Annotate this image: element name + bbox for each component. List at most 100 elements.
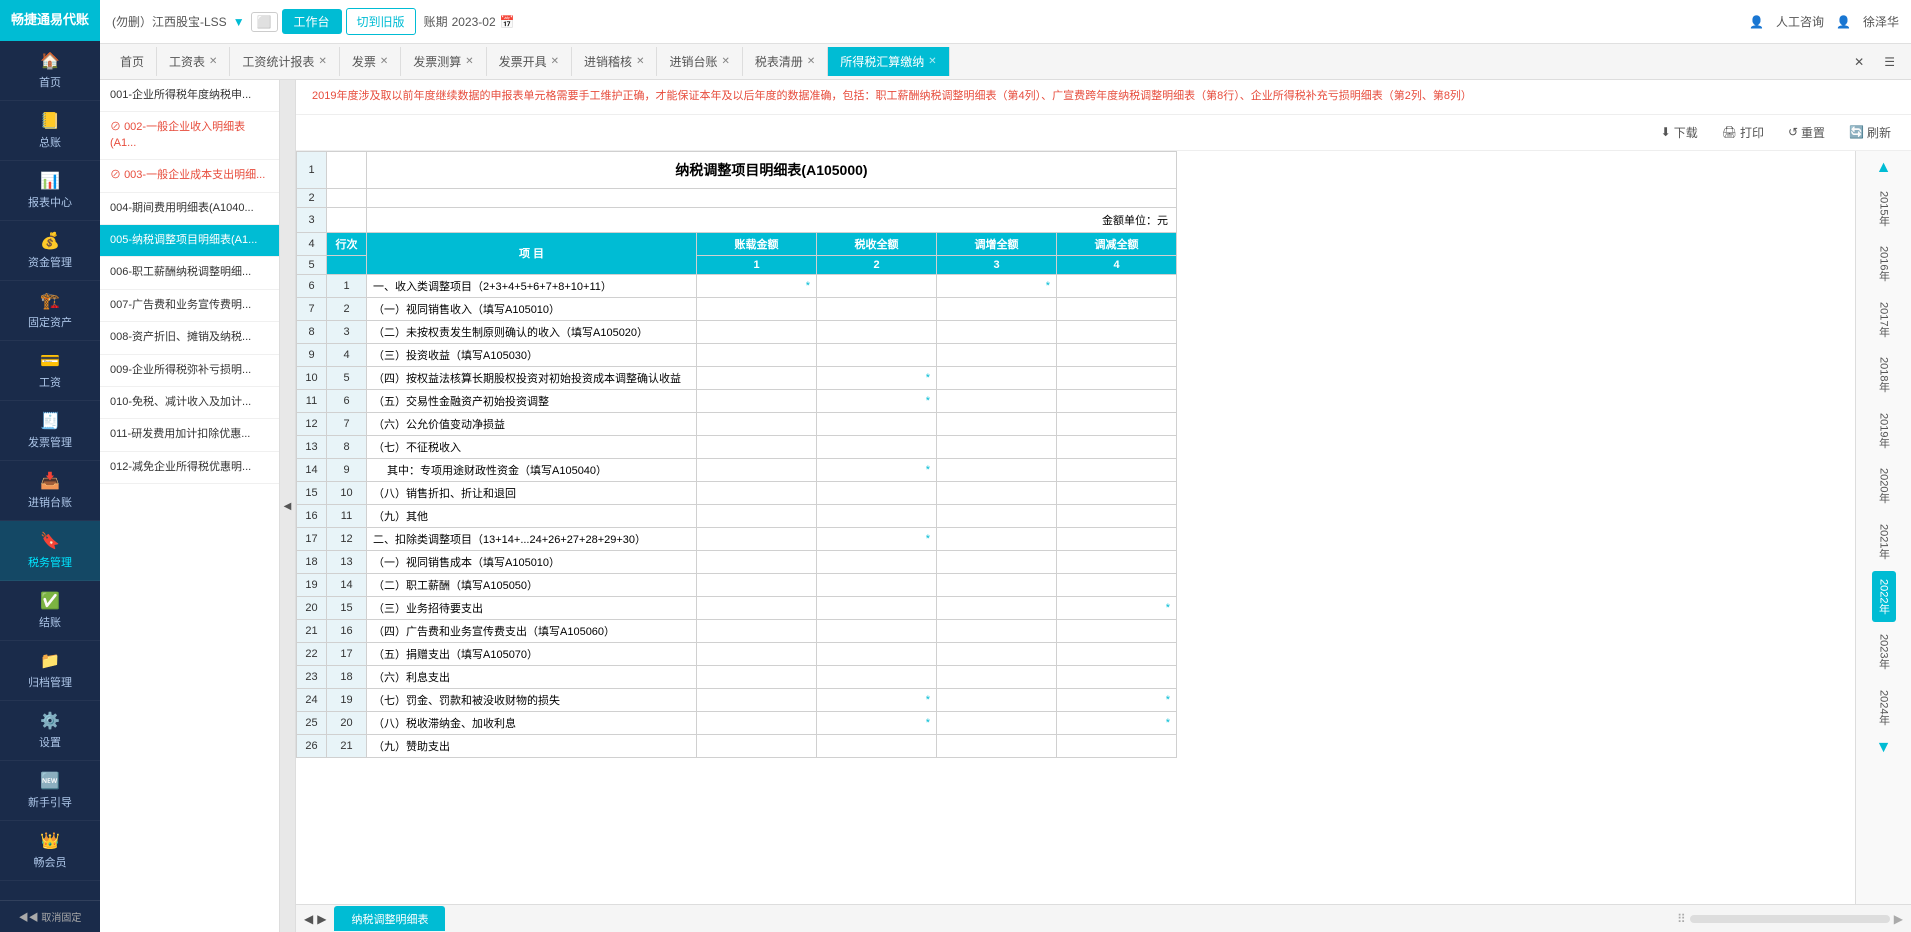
data-c4[interactable] xyxy=(1057,550,1177,573)
data-c3[interactable] xyxy=(937,596,1057,619)
data-c4[interactable] xyxy=(1057,573,1177,596)
tab-invoice-open[interactable]: 发票开具 ✕ xyxy=(487,47,572,76)
data-c4[interactable] xyxy=(1057,320,1177,343)
data-c3[interactable] xyxy=(937,550,1057,573)
data-c3[interactable] xyxy=(937,458,1057,481)
sidebar-item-payroll[interactable]: 💳 工资 xyxy=(0,341,100,401)
sidebar-item-invoice[interactable]: 🧾 发票管理 xyxy=(0,401,100,461)
sidebar-item-guide[interactable]: 🆕 新手引导 xyxy=(0,761,100,821)
reset-button[interactable]: ↺ 重置 xyxy=(1780,121,1833,144)
sidebar-item-archive[interactable]: 📁 归档管理 xyxy=(0,641,100,701)
data-c4[interactable] xyxy=(1057,458,1177,481)
sheet-scroll-right[interactable]: ▶ xyxy=(317,912,326,926)
tab-payroll-close[interactable]: ✕ xyxy=(209,56,217,67)
sheet-content[interactable]: 1 纳税调整项目明细表(A105000) 2 3 xyxy=(296,151,1855,904)
tab-payroll-stats-close[interactable]: ✕ xyxy=(318,56,326,67)
year-item-2017[interactable]: 2017年 xyxy=(1872,294,1896,345)
data-c1[interactable] xyxy=(697,596,817,619)
data-c2[interactable]: * xyxy=(817,711,937,734)
sidebar-item-closing[interactable]: ✅ 结账 xyxy=(0,581,100,641)
data-c1[interactable] xyxy=(697,458,817,481)
tab-home[interactable]: 首页 xyxy=(108,47,157,76)
data-c3[interactable] xyxy=(937,412,1057,435)
data-c4[interactable] xyxy=(1057,366,1177,389)
sheet-scroll-left[interactable]: ◀ xyxy=(304,912,313,926)
sidebar-item-finance[interactable]: 💰 资金管理 xyxy=(0,221,100,281)
calendar-icon[interactable]: 📅 xyxy=(500,15,515,29)
data-c2[interactable]: * xyxy=(817,688,937,711)
left-panel-item-010[interactable]: 010-免税、减计收入及加计... xyxy=(100,387,279,419)
data-c4[interactable] xyxy=(1057,527,1177,550)
data-c2[interactable]: * xyxy=(817,527,937,550)
data-c3[interactable] xyxy=(937,343,1057,366)
copy-icon[interactable]: ⬜ xyxy=(251,12,278,32)
tab-purchase-ledger-close[interactable]: ✕ xyxy=(721,56,729,67)
tab-invoice-close[interactable]: ✕ xyxy=(380,56,388,67)
left-panel-item-001[interactable]: 001-企业所得税年度纳税申... xyxy=(100,80,279,112)
data-c2[interactable] xyxy=(817,504,937,527)
data-c3[interactable] xyxy=(937,366,1057,389)
data-c2[interactable]: * xyxy=(817,389,937,412)
data-c4[interactable] xyxy=(1057,435,1177,458)
data-c3[interactable] xyxy=(937,688,1057,711)
data-c2[interactable] xyxy=(817,619,937,642)
tab-close-all[interactable]: ✕ xyxy=(1846,51,1872,73)
data-c1[interactable] xyxy=(697,504,817,527)
data-c1[interactable] xyxy=(697,412,817,435)
data-c1[interactable] xyxy=(697,527,817,550)
data-c4[interactable] xyxy=(1057,389,1177,412)
data-c3[interactable] xyxy=(937,619,1057,642)
panel-collapse-btn[interactable]: ◀ xyxy=(280,80,296,932)
year-item-2018[interactable]: 2018年 xyxy=(1872,349,1896,400)
data-c2[interactable] xyxy=(817,435,937,458)
tab-invoice-open-close[interactable]: ✕ xyxy=(551,56,559,67)
data-c1[interactable]: * xyxy=(697,274,817,297)
data-c3[interactable] xyxy=(937,711,1057,734)
data-c3[interactable] xyxy=(937,734,1057,757)
year-item-2016[interactable]: 2016年 xyxy=(1872,238,1896,289)
data-c3[interactable] xyxy=(937,642,1057,665)
sidebar-item-tax[interactable]: 🔖 税务管理 xyxy=(0,521,100,581)
h-scrollbar[interactable] xyxy=(1690,915,1890,923)
data-c2[interactable] xyxy=(817,573,937,596)
left-panel-item-005[interactable]: 005-纳税调整项目明细表(A1... xyxy=(100,225,279,257)
tab-payroll[interactable]: 工资表 ✕ xyxy=(157,47,230,76)
data-c2[interactable] xyxy=(817,665,937,688)
data-c3[interactable]: * xyxy=(937,274,1057,297)
data-c4[interactable] xyxy=(1057,481,1177,504)
data-c1[interactable] xyxy=(697,665,817,688)
year-item-2023[interactable]: 2023年 xyxy=(1872,626,1896,677)
left-panel-item-007[interactable]: 007-广告费和业务宣传费明... xyxy=(100,290,279,322)
data-c3[interactable] xyxy=(937,573,1057,596)
sidebar-item-ledger[interactable]: 📒 总账 xyxy=(0,101,100,161)
data-c2[interactable] xyxy=(817,481,937,504)
data-c1[interactable] xyxy=(697,619,817,642)
data-c2[interactable] xyxy=(817,550,937,573)
tab-income-tax[interactable]: 所得税汇算缴纳 ✕ xyxy=(828,47,949,76)
tab-menu[interactable]: ☰ xyxy=(1876,51,1903,73)
data-c4[interactable] xyxy=(1057,619,1177,642)
tab-invoice-calc[interactable]: 发票测算 ✕ xyxy=(401,47,486,76)
data-c4[interactable] xyxy=(1057,343,1177,366)
data-c1[interactable] xyxy=(697,389,817,412)
sidebar-item-settings[interactable]: ⚙️ 设置 xyxy=(0,701,100,761)
tab-purchase-audit-close[interactable]: ✕ xyxy=(636,56,644,67)
tab-invoice-calc-close[interactable]: ✕ xyxy=(465,56,473,67)
data-c3[interactable] xyxy=(937,665,1057,688)
data-c1[interactable] xyxy=(697,366,817,389)
data-c4[interactable]: * xyxy=(1057,711,1177,734)
left-panel-item-002[interactable]: ⊘ 002-一般企业收入明细表(A1... xyxy=(100,112,279,160)
data-c2[interactable]: * xyxy=(817,458,937,481)
data-c4[interactable] xyxy=(1057,297,1177,320)
data-c2[interactable] xyxy=(817,642,937,665)
download-button[interactable]: ⬇ 下载 xyxy=(1653,121,1706,144)
data-c2[interactable] xyxy=(817,412,937,435)
year-item-2019[interactable]: 2019年 xyxy=(1872,405,1896,456)
data-c1[interactable] xyxy=(697,481,817,504)
data-c1[interactable] xyxy=(697,711,817,734)
left-panel-item-004[interactable]: 004-期间费用明细表(A1040... xyxy=(100,193,279,225)
data-c4[interactable]: * xyxy=(1057,596,1177,619)
data-c1[interactable] xyxy=(697,734,817,757)
year-item-2021[interactable]: 2021年 xyxy=(1872,516,1896,567)
data-c1[interactable] xyxy=(697,688,817,711)
